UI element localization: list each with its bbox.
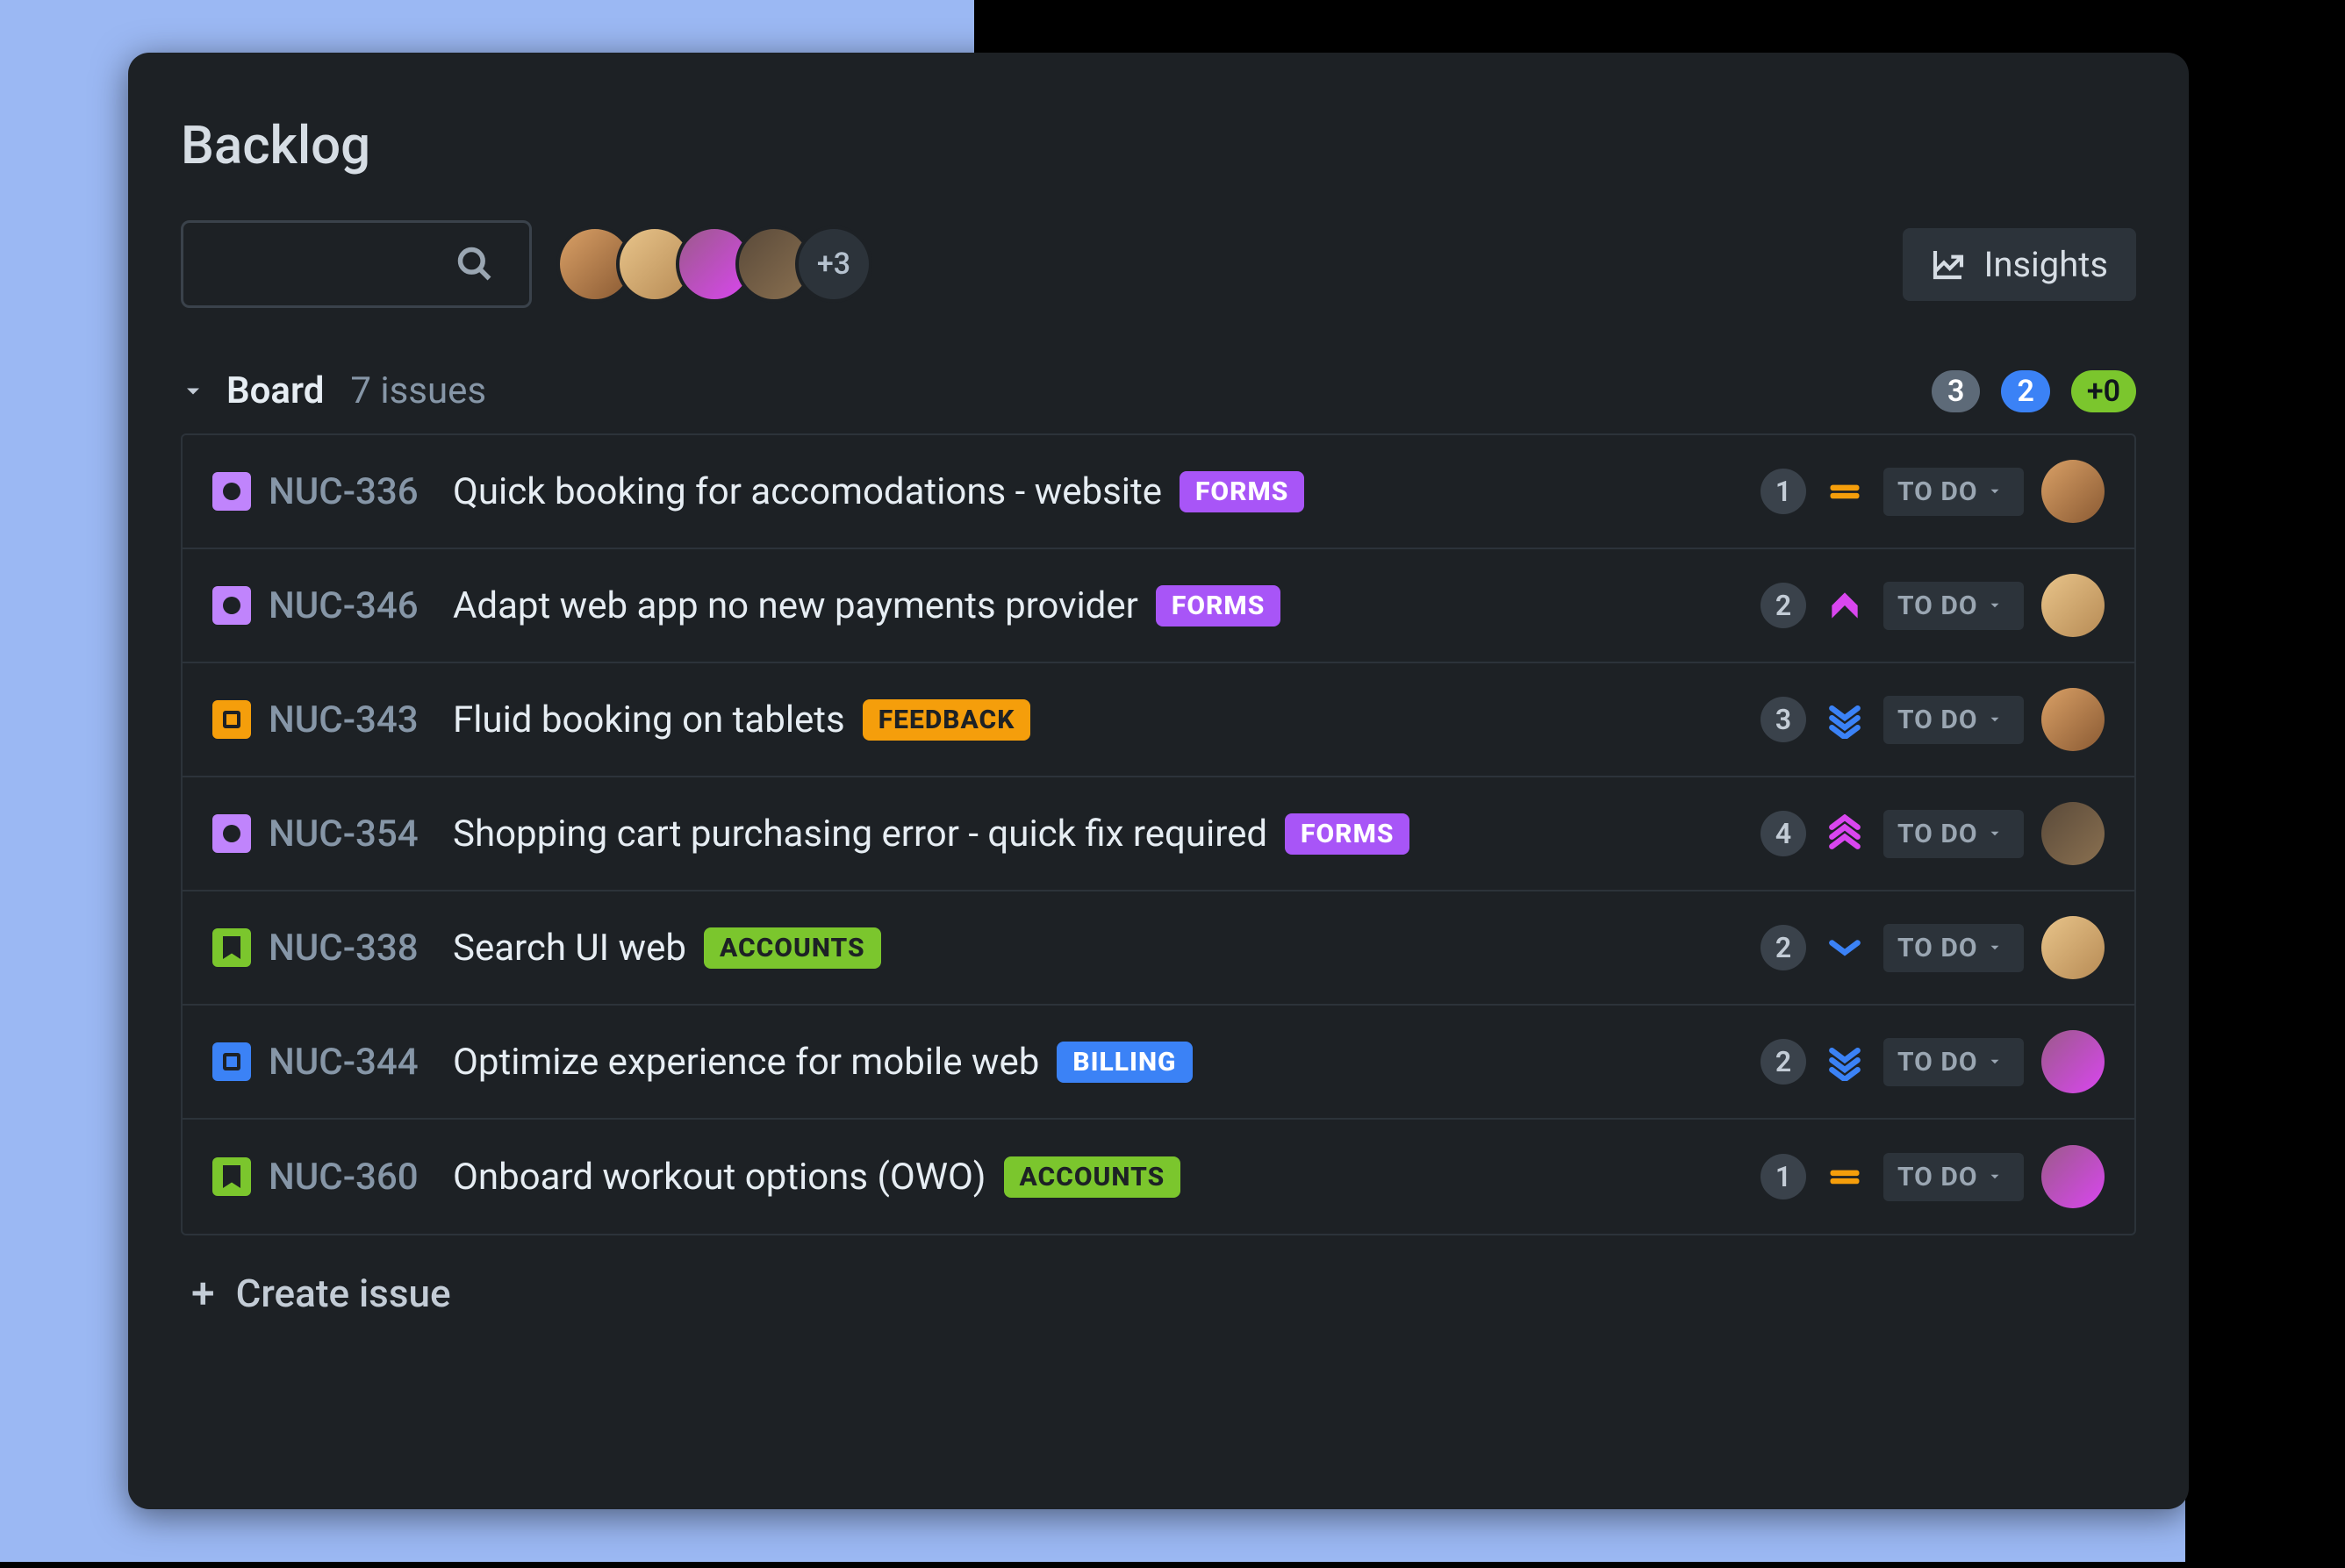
issue-key[interactable]: NUC-344 <box>269 1041 435 1084</box>
section-issue-count: 7 issues <box>350 369 486 412</box>
story-points: 1 <box>1761 1154 1806 1199</box>
priority-icon <box>1824 1156 1866 1198</box>
epic-badge[interactable]: BILLING <box>1057 1042 1192 1083</box>
issue-key[interactable]: NUC-338 <box>269 927 435 970</box>
issue-summary[interactable]: Onboard workout options (OWO) <box>453 1156 986 1199</box>
insights-button[interactable]: Insights <box>1903 228 2136 301</box>
issue-key[interactable]: NUC-346 <box>269 584 435 627</box>
issue-row[interactable]: NUC-338 Search UI web ACCOUNTS 2 TO DO <box>183 891 2134 1006</box>
issue-type-icon <box>212 1157 251 1196</box>
assignee-avatar[interactable] <box>2041 1145 2105 1208</box>
story-points: 2 <box>1761 583 1806 628</box>
story-points: 2 <box>1761 925 1806 970</box>
chevron-down-icon <box>1987 598 2003 613</box>
create-issue-button[interactable]: + Create issue <box>181 1235 2136 1316</box>
priority-icon <box>1824 698 1866 741</box>
chevron-down-icon <box>1987 826 2003 841</box>
insights-label: Insights <box>1983 244 2108 285</box>
status-dropdown[interactable]: TO DO <box>1883 810 2024 858</box>
issue-summary[interactable]: Optimize experience for mobile web <box>453 1041 1039 1084</box>
issue-summary[interactable]: Fluid booking on tablets <box>453 698 845 741</box>
toolbar: +3 Insights <box>181 220 2136 308</box>
chevron-down-icon <box>1987 940 2003 956</box>
chevron-down-icon <box>1987 1054 2003 1070</box>
story-points: 3 <box>1761 697 1806 742</box>
priority-icon <box>1824 1041 1866 1083</box>
issue-key[interactable]: NUC-360 <box>269 1156 435 1199</box>
epic-badge[interactable]: ACCOUNTS <box>1004 1156 1181 1198</box>
issue-key[interactable]: NUC-336 <box>269 470 435 513</box>
priority-icon <box>1824 813 1866 855</box>
status-dropdown[interactable]: TO DO <box>1883 696 2024 744</box>
assignee-avatar[interactable] <box>2041 460 2105 523</box>
issue-type-icon <box>212 586 251 625</box>
assignee-avatar[interactable] <box>2041 802 2105 865</box>
story-points: 2 <box>1761 1039 1806 1085</box>
assignee-avatar[interactable] <box>2041 688 2105 751</box>
issue-summary[interactable]: Adapt web app no new payments provider <box>453 584 1138 627</box>
create-issue-label: Create issue <box>236 1271 451 1316</box>
chevron-down-icon <box>1987 483 2003 499</box>
chevron-down-icon <box>181 379 205 404</box>
issue-summary[interactable]: Shopping cart purchasing error - quick f… <box>453 813 1267 856</box>
epic-badge[interactable]: FORMS <box>1156 585 1280 626</box>
issue-key[interactable]: NUC-343 <box>269 698 435 741</box>
epic-badge[interactable]: FORMS <box>1285 813 1409 855</box>
status-pill-inprogress[interactable]: 2 <box>2001 370 2049 412</box>
priority-icon <box>1824 470 1866 512</box>
assignee-avatar[interactable] <box>2041 916 2105 979</box>
issue-row[interactable]: NUC-343 Fluid booking on tablets FEEDBACK 3… <box>183 663 2134 777</box>
issue-row[interactable]: NUC-346 Adapt web app no new payments pro… <box>183 549 2134 663</box>
issue-type-icon <box>212 472 251 511</box>
story-points: 1 <box>1761 469 1806 514</box>
issue-summary[interactable]: Search UI web <box>453 927 686 970</box>
status-dropdown[interactable]: TO DO <box>1883 924 2024 972</box>
search-input[interactable] <box>181 220 532 308</box>
issue-type-icon <box>212 928 251 967</box>
section-header[interactable]: Board 7 issues 3 2 +0 <box>181 369 2136 412</box>
assignee-filter[interactable]: +3 <box>556 226 872 303</box>
status-dropdown[interactable]: TO DO <box>1883 1153 2024 1201</box>
status-dropdown[interactable]: TO DO <box>1883 582 2024 630</box>
status-dropdown[interactable]: TO DO <box>1883 468 2024 516</box>
epic-badge[interactable]: FEEDBACK <box>863 699 1031 741</box>
priority-icon <box>1824 927 1866 969</box>
issue-row[interactable]: NUC-344 Optimize experience for mobile we… <box>183 1006 2134 1120</box>
issue-summary[interactable]: Quick booking for accomodations - websit… <box>453 470 1162 513</box>
backlog-panel: Backlog +3 Insights Board 7 issues 3 2 +… <box>128 53 2189 1509</box>
issue-type-icon <box>212 700 251 739</box>
epic-badge[interactable]: ACCOUNTS <box>704 927 881 969</box>
issue-type-icon <box>212 814 251 853</box>
issue-row[interactable]: NUC-354 Shopping cart purchasing error - … <box>183 777 2134 891</box>
chevron-down-icon <box>1987 712 2003 727</box>
chevron-down-icon <box>1987 1169 2003 1185</box>
issue-row[interactable]: NUC-336 Quick booking for accomodations -… <box>183 435 2134 549</box>
issue-key[interactable]: NUC-354 <box>269 813 435 856</box>
page-title: Backlog <box>181 114 2136 176</box>
plus-icon: + <box>191 1272 215 1314</box>
section-name: Board <box>226 369 324 412</box>
avatar-overflow[interactable]: +3 <box>795 226 872 303</box>
search-icon <box>455 245 494 283</box>
assignee-avatar[interactable] <box>2041 1030 2105 1093</box>
status-pill-todo[interactable]: 3 <box>1932 370 1980 412</box>
chart-icon <box>1931 247 1966 282</box>
priority-icon <box>1824 584 1866 626</box>
status-pill-done[interactable]: +0 <box>2071 370 2136 412</box>
assignee-avatar[interactable] <box>2041 574 2105 637</box>
issue-list: NUC-336 Quick booking for accomodations -… <box>181 433 2136 1235</box>
status-dropdown[interactable]: TO DO <box>1883 1038 2024 1086</box>
issue-type-icon <box>212 1042 251 1081</box>
story-points: 4 <box>1761 811 1806 856</box>
issue-row[interactable]: NUC-360 Onboard workout options (OWO) ACCO… <box>183 1120 2134 1234</box>
epic-badge[interactable]: FORMS <box>1180 471 1304 512</box>
